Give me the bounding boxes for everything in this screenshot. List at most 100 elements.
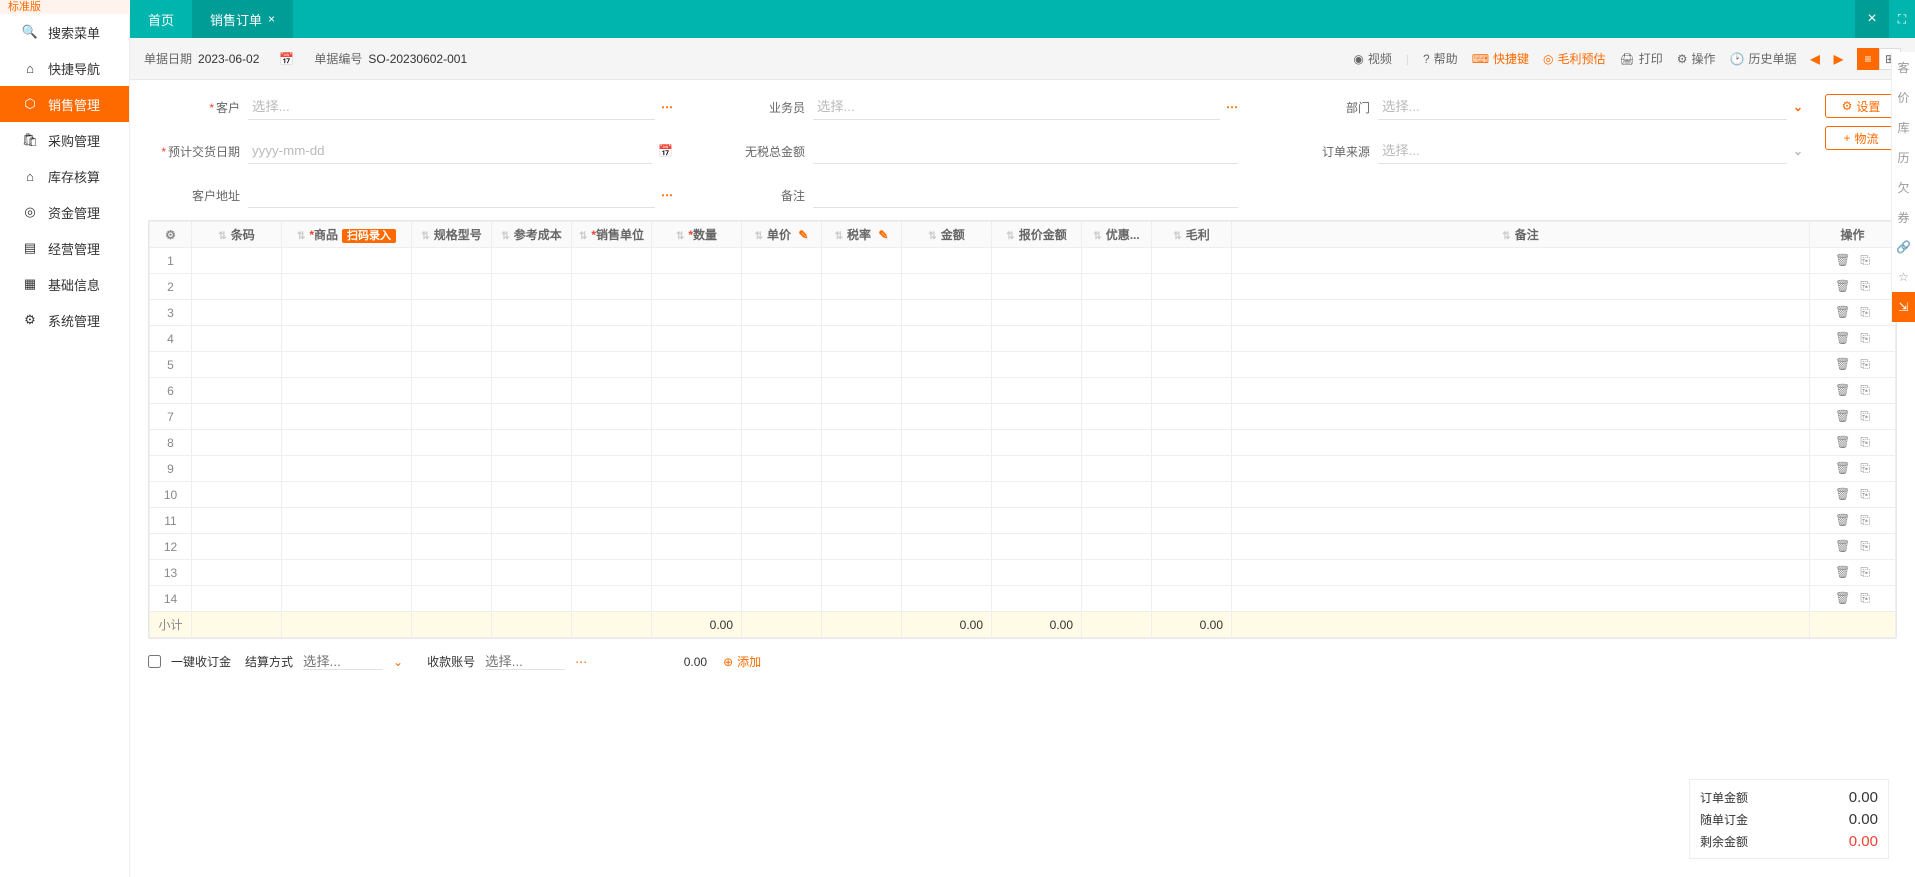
- cell[interactable]: [902, 482, 992, 508]
- copy-icon[interactable]: ⎘: [1860, 513, 1870, 528]
- sidebar-item-3[interactable]: 🛍采购管理: [0, 122, 129, 158]
- cell[interactable]: [282, 274, 412, 300]
- cell[interactable]: [822, 508, 902, 534]
- edit-icon[interactable]: ✎: [798, 228, 808, 242]
- cell[interactable]: [992, 534, 1082, 560]
- cell[interactable]: [1152, 430, 1232, 456]
- col-quote[interactable]: ⇅报价金额: [992, 222, 1082, 248]
- logistics-button[interactable]: + 物流: [1825, 126, 1897, 150]
- delete-icon[interactable]: 🗑: [1835, 591, 1850, 606]
- col-barcode[interactable]: ⇅条码: [192, 222, 282, 248]
- delete-icon[interactable]: 🗑: [1835, 253, 1850, 268]
- cell[interactable]: [572, 482, 652, 508]
- cell[interactable]: [1082, 482, 1152, 508]
- table-row[interactable]: 4🗑⎘: [150, 326, 1896, 352]
- cell[interactable]: [822, 378, 902, 404]
- sidebar-item-4[interactable]: ⌂库存核算: [0, 158, 129, 194]
- cell[interactable]: [822, 586, 902, 612]
- total-notax-input[interactable]: [813, 138, 1238, 164]
- cell[interactable]: [572, 274, 652, 300]
- cell[interactable]: [742, 248, 822, 274]
- cell[interactable]: [742, 456, 822, 482]
- cell[interactable]: [1152, 508, 1232, 534]
- cell[interactable]: [652, 378, 742, 404]
- cell[interactable]: [492, 534, 572, 560]
- cell[interactable]: [652, 482, 742, 508]
- col-discount[interactable]: ⇅优惠...: [1082, 222, 1152, 248]
- chevron-down-icon[interactable]: ⌄: [1793, 144, 1803, 158]
- cell[interactable]: [822, 534, 902, 560]
- cell[interactable]: [1232, 300, 1810, 326]
- side-panel-item-2[interactable]: 库: [1892, 112, 1915, 142]
- cell[interactable]: [282, 404, 412, 430]
- cell[interactable]: [1232, 378, 1810, 404]
- cell[interactable]: [652, 586, 742, 612]
- side-panel-item-1[interactable]: 价: [1892, 82, 1915, 112]
- cell[interactable]: [282, 482, 412, 508]
- cell[interactable]: [1232, 274, 1810, 300]
- cell[interactable]: [742, 404, 822, 430]
- prev-doc-icon[interactable]: ◀: [1811, 52, 1820, 66]
- cell[interactable]: [742, 560, 822, 586]
- cell[interactable]: [492, 274, 572, 300]
- cell[interactable]: [1082, 560, 1152, 586]
- cell[interactable]: [1232, 560, 1810, 586]
- cell[interactable]: [1082, 248, 1152, 274]
- cell[interactable]: [992, 404, 1082, 430]
- col-product[interactable]: ⇅*商品扫码录入: [282, 222, 412, 248]
- expand-icon[interactable]: ⛶: [1889, 0, 1915, 38]
- copy-icon[interactable]: ⎘: [1860, 279, 1870, 294]
- cell[interactable]: [822, 300, 902, 326]
- cell[interactable]: [742, 326, 822, 352]
- cell[interactable]: [1152, 586, 1232, 612]
- cell[interactable]: [412, 352, 492, 378]
- one-key-checkbox[interactable]: [148, 655, 161, 668]
- col-unit[interactable]: ⇅*销售单位: [572, 222, 652, 248]
- cell[interactable]: [412, 560, 492, 586]
- cell[interactable]: [572, 456, 652, 482]
- cell[interactable]: [1082, 274, 1152, 300]
- col-tax[interactable]: ⇅税率 ✎: [822, 222, 902, 248]
- cell[interactable]: [1232, 248, 1810, 274]
- cell[interactable]: [652, 508, 742, 534]
- cell[interactable]: [822, 404, 902, 430]
- cell[interactable]: [652, 560, 742, 586]
- cell[interactable]: [282, 534, 412, 560]
- cell[interactable]: [492, 456, 572, 482]
- cell[interactable]: [652, 248, 742, 274]
- cell[interactable]: [902, 274, 992, 300]
- copy-icon[interactable]: ⎘: [1860, 331, 1870, 346]
- copy-icon[interactable]: ⎘: [1860, 253, 1870, 268]
- cell[interactable]: [652, 326, 742, 352]
- cell[interactable]: [572, 430, 652, 456]
- cell[interactable]: [572, 248, 652, 274]
- cell[interactable]: [992, 326, 1082, 352]
- add-line-button[interactable]: ⊕ 添加: [723, 653, 761, 670]
- col-profit[interactable]: ⇅毛利: [1152, 222, 1232, 248]
- salesman-input[interactable]: [813, 94, 1220, 120]
- close-tab-button[interactable]: ×: [1855, 0, 1889, 38]
- cell[interactable]: [902, 456, 992, 482]
- cell[interactable]: [902, 378, 992, 404]
- cell[interactable]: [1082, 534, 1152, 560]
- side-panel-item-7[interactable]: ☆: [1892, 262, 1915, 292]
- col-refcost[interactable]: ⇅参考成本: [492, 222, 572, 248]
- cell[interactable]: [742, 586, 822, 612]
- cell[interactable]: [1232, 586, 1810, 612]
- sidebar-item-8[interactable]: ⚙系统管理: [0, 302, 129, 338]
- cell[interactable]: [902, 534, 992, 560]
- settle-select[interactable]: [303, 654, 383, 670]
- cell[interactable]: [742, 534, 822, 560]
- cell[interactable]: [192, 404, 282, 430]
- cell[interactable]: [282, 378, 412, 404]
- cell[interactable]: [902, 560, 992, 586]
- cell[interactable]: [1082, 326, 1152, 352]
- cell[interactable]: [572, 378, 652, 404]
- cell[interactable]: [1152, 456, 1232, 482]
- cell[interactable]: [1232, 404, 1810, 430]
- cell[interactable]: [1152, 404, 1232, 430]
- side-panel-expand[interactable]: ⇲: [1892, 292, 1915, 322]
- help-link[interactable]: ? 帮助: [1423, 50, 1458, 67]
- cell[interactable]: [822, 560, 902, 586]
- cell[interactable]: [992, 508, 1082, 534]
